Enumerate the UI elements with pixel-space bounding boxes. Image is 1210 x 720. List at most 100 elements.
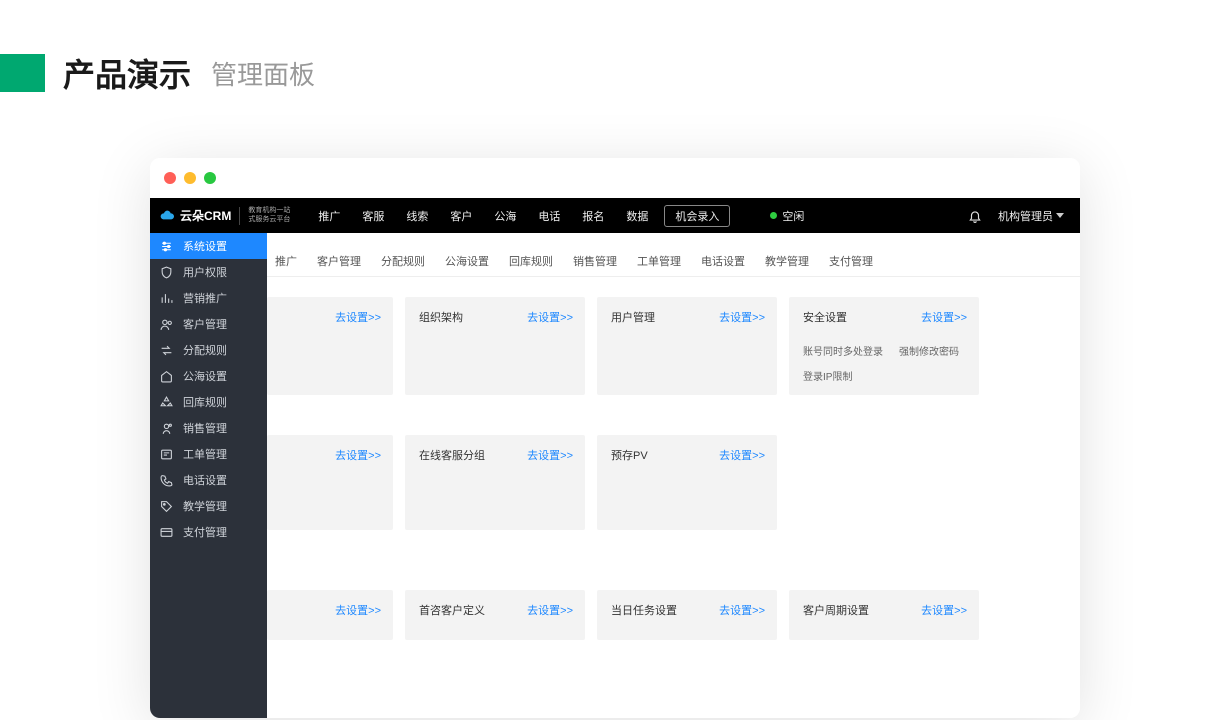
tab[interactable]: 支付管理 bbox=[819, 247, 883, 275]
sidebar-item-customer[interactable]: 客户管理 bbox=[150, 311, 267, 337]
go-settings-link[interactable]: 去设置>> bbox=[719, 309, 765, 325]
sidebar-item-label: 销售管理 bbox=[183, 420, 227, 436]
tab[interactable]: 销售管理 bbox=[563, 247, 627, 275]
logo-divider bbox=[239, 207, 240, 225]
window-titlebar bbox=[150, 158, 1080, 198]
hub-icon bbox=[160, 370, 173, 383]
sidebar-item-sales[interactable]: 销售管理 bbox=[150, 415, 267, 441]
sidebar-item-ticket[interactable]: 工单管理 bbox=[150, 441, 267, 467]
nav-item[interactable]: 数据 bbox=[618, 204, 656, 228]
settings-card-org: 组织架构 去设置>> bbox=[405, 297, 585, 395]
settings-card-pv: 预存PV 去设置>> bbox=[597, 435, 777, 530]
sidebar-item-label: 营销推广 bbox=[183, 290, 227, 306]
status-pill[interactable]: 空闲 bbox=[770, 208, 804, 224]
maximize-dot[interactable] bbox=[204, 172, 216, 184]
tab[interactable]: 推广 bbox=[267, 247, 307, 275]
logo-text: 云朵CRM bbox=[180, 207, 231, 224]
sidebar-item-phone[interactable]: 电话设置 bbox=[150, 467, 267, 493]
logo-tagline: 教育机构一站 式服务云平台 bbox=[248, 207, 290, 224]
logo[interactable]: 云朵CRM 教育机构一站 式服务云平台 bbox=[150, 198, 300, 233]
record-button[interactable]: 机会录入 bbox=[664, 205, 730, 227]
settings-card-first-consult: 首咨客户定义 去设置>> bbox=[405, 590, 585, 640]
sidebar: 系统设置 用户权限 营销推广 客户管理 bbox=[150, 233, 267, 718]
nav-item[interactable]: 线索 bbox=[398, 204, 436, 228]
user-role-label: 机构管理员 bbox=[998, 208, 1053, 224]
top-nav: 云朵CRM 教育机构一站 式服务云平台 推广 客服 线索 客户 公海 电话 报名… bbox=[150, 198, 1080, 233]
cloud-icon bbox=[160, 210, 176, 222]
nav-item[interactable]: 推广 bbox=[310, 204, 348, 228]
nav-items: 推广 客服 线索 客户 公海 电话 报名 数据 bbox=[310, 204, 656, 228]
card-row: 去设置>> 组织架构 去设置>> 用户管理 去设置>> 安全设置 去设置>> bbox=[267, 297, 1080, 395]
settings-card-user: 用户管理 去设置>> bbox=[597, 297, 777, 395]
card-icon bbox=[160, 526, 173, 539]
card-tag: 账号同时多处登录 bbox=[803, 343, 883, 358]
sidebar-item-assign[interactable]: 分配规则 bbox=[150, 337, 267, 363]
chart-icon bbox=[160, 292, 173, 305]
tab[interactable]: 工单管理 bbox=[627, 247, 691, 275]
settings-card-lifecycle: 客户周期设置 去设置>> bbox=[789, 590, 979, 640]
sidebar-item-recycle[interactable]: 回库规则 bbox=[150, 389, 267, 415]
card-tag: 登录IP限制 bbox=[803, 368, 852, 383]
tab[interactable]: 公海设置 bbox=[435, 247, 499, 275]
shield-icon bbox=[160, 266, 173, 279]
go-settings-link[interactable]: 去设置>> bbox=[921, 602, 967, 618]
recycle-icon bbox=[160, 396, 173, 409]
tabs-row: 推广 客户管理 分配规则 公海设置 回库规则 销售管理 工单管理 电话设置 教学… bbox=[267, 233, 1080, 277]
sidebar-item-label: 回库规则 bbox=[183, 394, 227, 410]
page-title-sub: 管理面板 bbox=[211, 55, 315, 92]
user-role-dropdown[interactable]: 机构管理员 bbox=[998, 208, 1064, 224]
go-settings-link[interactable]: 去设置>> bbox=[527, 309, 573, 325]
sidebar-item-label: 教学管理 bbox=[183, 498, 227, 514]
sidebar-item-marketing[interactable]: 营销推广 bbox=[150, 285, 267, 311]
settings-card-daily-task: 当日任务设置 去设置>> bbox=[597, 590, 777, 640]
tag-icon bbox=[160, 500, 173, 513]
header-right: 机构管理员 bbox=[968, 208, 1064, 224]
sidebar-item-label: 分配规则 bbox=[183, 342, 227, 358]
tab[interactable]: 教学管理 bbox=[755, 247, 819, 275]
settings-card: 去设置>> bbox=[267, 435, 393, 530]
close-dot[interactable] bbox=[164, 172, 176, 184]
settings-card: 去设置>> bbox=[267, 297, 393, 395]
sidebar-item-system[interactable]: 系统设置 bbox=[150, 233, 267, 259]
card-tag: 强制修改密码 bbox=[899, 343, 959, 358]
settings-card-security: 安全设置 去设置>> 账号同时多处登录 强制修改密码 登录IP限制 bbox=[789, 297, 979, 395]
nav-item[interactable]: 报名 bbox=[574, 204, 612, 228]
go-settings-link[interactable]: 去设置>> bbox=[527, 602, 573, 618]
sidebar-item-teaching[interactable]: 教学管理 bbox=[150, 493, 267, 519]
sidebar-item-payment[interactable]: 支付管理 bbox=[150, 519, 267, 545]
tab[interactable]: 分配规则 bbox=[371, 247, 435, 275]
go-settings-link[interactable]: 去设置>> bbox=[719, 602, 765, 618]
minimize-dot[interactable] bbox=[184, 172, 196, 184]
card-row: 去设置>> 首咨客户定义 去设置>> 当日任务设置 去设置>> 客户周期设置 去… bbox=[267, 590, 1080, 640]
go-settings-link[interactable]: 去设置>> bbox=[335, 602, 381, 618]
sidebar-item-permissions[interactable]: 用户权限 bbox=[150, 259, 267, 285]
page-title-main: 产品演示 bbox=[63, 50, 191, 96]
go-settings-link[interactable]: 去设置>> bbox=[335, 309, 381, 325]
bell-icon[interactable] bbox=[968, 209, 982, 223]
sidebar-item-label: 系统设置 bbox=[183, 238, 227, 254]
sidebar-item-label: 支付管理 bbox=[183, 524, 227, 540]
customer-icon bbox=[160, 318, 173, 331]
tab[interactable]: 回库规则 bbox=[499, 247, 563, 275]
content: 推广 客户管理 分配规则 公海设置 回库规则 销售管理 工单管理 电话设置 教学… bbox=[267, 233, 1080, 718]
sidebar-item-pool[interactable]: 公海设置 bbox=[150, 363, 267, 389]
chevron-down-icon bbox=[1056, 213, 1064, 218]
tab[interactable]: 电话设置 bbox=[691, 247, 755, 275]
tab[interactable]: 客户管理 bbox=[307, 247, 371, 275]
sidebar-item-label: 公海设置 bbox=[183, 368, 227, 384]
nav-item[interactable]: 公海 bbox=[486, 204, 524, 228]
nav-item[interactable]: 客服 bbox=[354, 204, 392, 228]
card-tags: 账号同时多处登录 强制修改密码 登录IP限制 bbox=[803, 343, 965, 383]
phone-icon bbox=[160, 474, 173, 487]
nav-item[interactable]: 电话 bbox=[530, 204, 568, 228]
go-settings-link[interactable]: 去设置>> bbox=[335, 447, 381, 463]
go-settings-link[interactable]: 去设置>> bbox=[527, 447, 573, 463]
sidebar-item-label: 电话设置 bbox=[183, 472, 227, 488]
sales-icon bbox=[160, 422, 173, 435]
nav-item[interactable]: 客户 bbox=[442, 204, 480, 228]
status-label: 空闲 bbox=[782, 208, 804, 224]
sidebar-item-label: 工单管理 bbox=[183, 446, 227, 462]
go-settings-link[interactable]: 去设置>> bbox=[719, 447, 765, 463]
go-settings-link[interactable]: 去设置>> bbox=[921, 309, 967, 325]
app-window: 云朵CRM 教育机构一站 式服务云平台 推广 客服 线索 客户 公海 电话 报名… bbox=[150, 158, 1080, 718]
